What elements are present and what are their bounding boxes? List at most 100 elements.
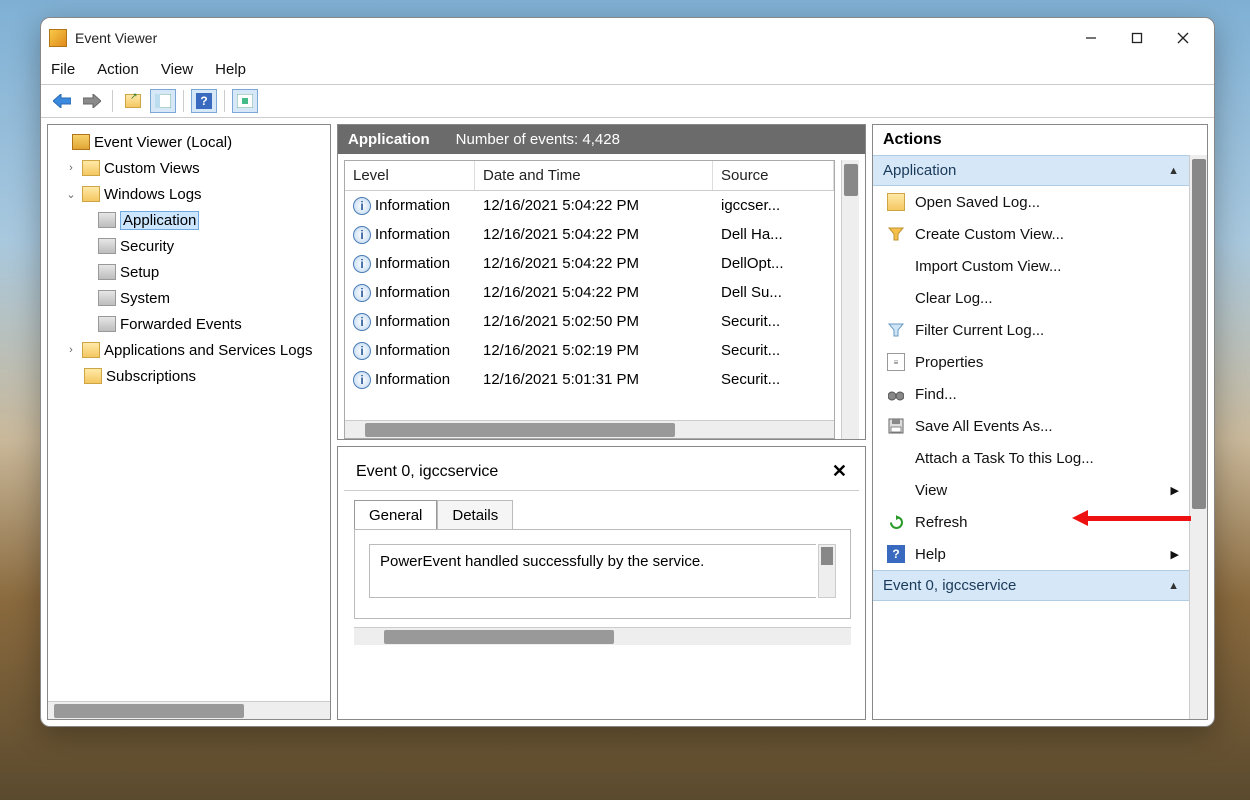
help-icon: ? [887, 545, 905, 563]
action-save-all-events[interactable]: Save All Events As... [873, 410, 1189, 442]
detail-close-button[interactable]: ✕ [832, 461, 847, 482]
back-button[interactable] [49, 89, 75, 113]
event-viewer-window: Event Viewer File Action View Help ↗ ? [40, 17, 1215, 727]
tree-custom-views-label: Custom Views [104, 160, 200, 177]
event-row[interactable]: iInformation12/16/2021 5:02:19 PMSecurit… [345, 336, 834, 365]
tree-apps-services[interactable]: › Applications and Services Logs [50, 337, 328, 363]
close-icon [1177, 32, 1189, 44]
spacer-icon [887, 257, 905, 275]
action-create-custom-view[interactable]: Create Custom View... [873, 218, 1189, 250]
detail-vscrollbar[interactable] [818, 544, 836, 598]
detail-hscrollbar[interactable] [354, 627, 851, 645]
funnel-icon [887, 321, 905, 339]
info-icon: i [353, 197, 371, 215]
window-title: Event Viewer [75, 30, 157, 46]
funnel-create-icon [887, 225, 905, 243]
action-open-saved-log[interactable]: Open Saved Log... [873, 186, 1189, 218]
action-import-custom-view[interactable]: Import Custom View... [873, 250, 1189, 282]
tree-setup-label: Setup [120, 264, 159, 281]
chevron-right-icon: ▶ [1171, 548, 1179, 561]
folder-open-icon [887, 193, 905, 211]
grid-vscrollbar[interactable] [841, 160, 859, 439]
event-row[interactable]: iInformation12/16/2021 5:02:50 PMSecurit… [345, 307, 834, 336]
event-row[interactable]: iInformation12/16/2021 5:01:31 PMSecurit… [345, 365, 834, 394]
action-filter-log[interactable]: Filter Current Log... [873, 314, 1189, 346]
events-grid[interactable]: Level Date and Time Source iInformation1… [344, 160, 835, 439]
help-button[interactable]: ? [191, 89, 217, 113]
action-refresh[interactable]: Refresh [873, 506, 1189, 538]
folder-up-icon: ↗ [125, 94, 141, 108]
col-level[interactable]: Level [345, 161, 475, 190]
action-find[interactable]: Find... [873, 378, 1189, 410]
info-icon: i [353, 284, 371, 302]
events-pane: Application Number of events: 4,428 Leve… [337, 124, 866, 440]
tree-system-label: System [120, 290, 170, 307]
up-folder-button[interactable]: ↗ [120, 89, 146, 113]
menu-help[interactable]: Help [215, 61, 246, 78]
tree-system[interactable]: System [50, 285, 328, 311]
show-tree-button[interactable] [150, 89, 176, 113]
maximize-button[interactable] [1114, 22, 1160, 54]
action-attach-task[interactable]: Attach a Task To this Log... [873, 442, 1189, 474]
events-header: Application Number of events: 4,428 [338, 125, 865, 154]
tab-general[interactable]: General [354, 500, 437, 530]
chevron-right-icon: ▶ [1171, 484, 1179, 497]
tree-apps-services-label: Applications and Services Logs [104, 342, 312, 359]
menu-view[interactable]: View [161, 61, 193, 78]
actions-vscrollbar[interactable] [1189, 155, 1207, 719]
action-properties[interactable]: ≡ Properties [873, 346, 1189, 378]
tree-windows-logs-label: Windows Logs [104, 186, 202, 203]
actions-list: Application ▲ Open Saved Log... Create C… [873, 155, 1189, 719]
detail-title: Event 0, igccservice [356, 463, 498, 481]
info-icon: i [353, 342, 371, 360]
tree-hscrollbar[interactable] [48, 701, 330, 719]
tree-security[interactable]: Security [50, 233, 328, 259]
actions-section-application[interactable]: Application ▲ [873, 155, 1189, 186]
event-row[interactable]: iInformation12/16/2021 5:04:22 PMigccser… [345, 191, 834, 220]
spacer-icon [887, 289, 905, 307]
tab-details[interactable]: Details [437, 500, 513, 530]
tree-root[interactable]: Event Viewer (Local) [50, 129, 328, 155]
forward-button[interactable] [79, 89, 105, 113]
tree-subscriptions[interactable]: Subscriptions [50, 363, 328, 389]
col-source[interactable]: Source [713, 161, 834, 190]
minimize-icon [1085, 32, 1097, 44]
grid-header: Level Date and Time Source [345, 161, 834, 191]
collapse-icon: ▲ [1168, 165, 1179, 177]
action-help-submenu[interactable]: ? Help ▶ [873, 538, 1189, 570]
panel-tree-icon [155, 94, 171, 108]
info-icon: i [353, 226, 371, 244]
tree-windows-logs[interactable]: ⌄ Windows Logs [50, 181, 328, 207]
events-count: Number of events: 4,428 [456, 131, 620, 148]
grid-hscrollbar[interactable] [345, 420, 834, 438]
close-button[interactable] [1160, 22, 1206, 54]
tree-application[interactable]: Application [50, 207, 328, 233]
spacer-icon [887, 481, 905, 499]
detail-tabs: General Details [354, 499, 851, 529]
event-row[interactable]: iInformation12/16/2021 5:04:22 PMDell Su… [345, 278, 834, 307]
toolbar: ↗ ? [41, 85, 1214, 118]
preview-pane-button[interactable] [232, 89, 258, 113]
back-arrow-icon [53, 94, 71, 108]
menubar: File Action View Help [41, 58, 1214, 85]
tree-custom-views[interactable]: › Custom Views [50, 155, 328, 181]
action-view-submenu[interactable]: View ▶ [873, 474, 1189, 506]
save-icon [887, 417, 905, 435]
actions-section-event[interactable]: Event 0, igccservice ▲ [873, 570, 1189, 601]
nav-tree[interactable]: Event Viewer (Local) › Custom Views ⌄ Wi… [48, 125, 330, 701]
menu-file[interactable]: File [51, 61, 75, 78]
events-title: Application [348, 131, 430, 148]
info-icon: i [353, 371, 371, 389]
refresh-icon [887, 513, 905, 531]
menu-action[interactable]: Action [97, 61, 139, 78]
forward-arrow-icon [83, 94, 101, 108]
event-row[interactable]: iInformation12/16/2021 5:04:22 PMDell Ha… [345, 220, 834, 249]
col-datetime[interactable]: Date and Time [475, 161, 713, 190]
tree-setup[interactable]: Setup [50, 259, 328, 285]
action-clear-log[interactable]: Clear Log... [873, 282, 1189, 314]
minimize-button[interactable] [1068, 22, 1114, 54]
info-icon: i [353, 313, 371, 331]
event-row[interactable]: iInformation12/16/2021 5:04:22 PMDellOpt… [345, 249, 834, 278]
tree-forwarded[interactable]: Forwarded Events [50, 311, 328, 337]
tree-forwarded-label: Forwarded Events [120, 316, 242, 333]
